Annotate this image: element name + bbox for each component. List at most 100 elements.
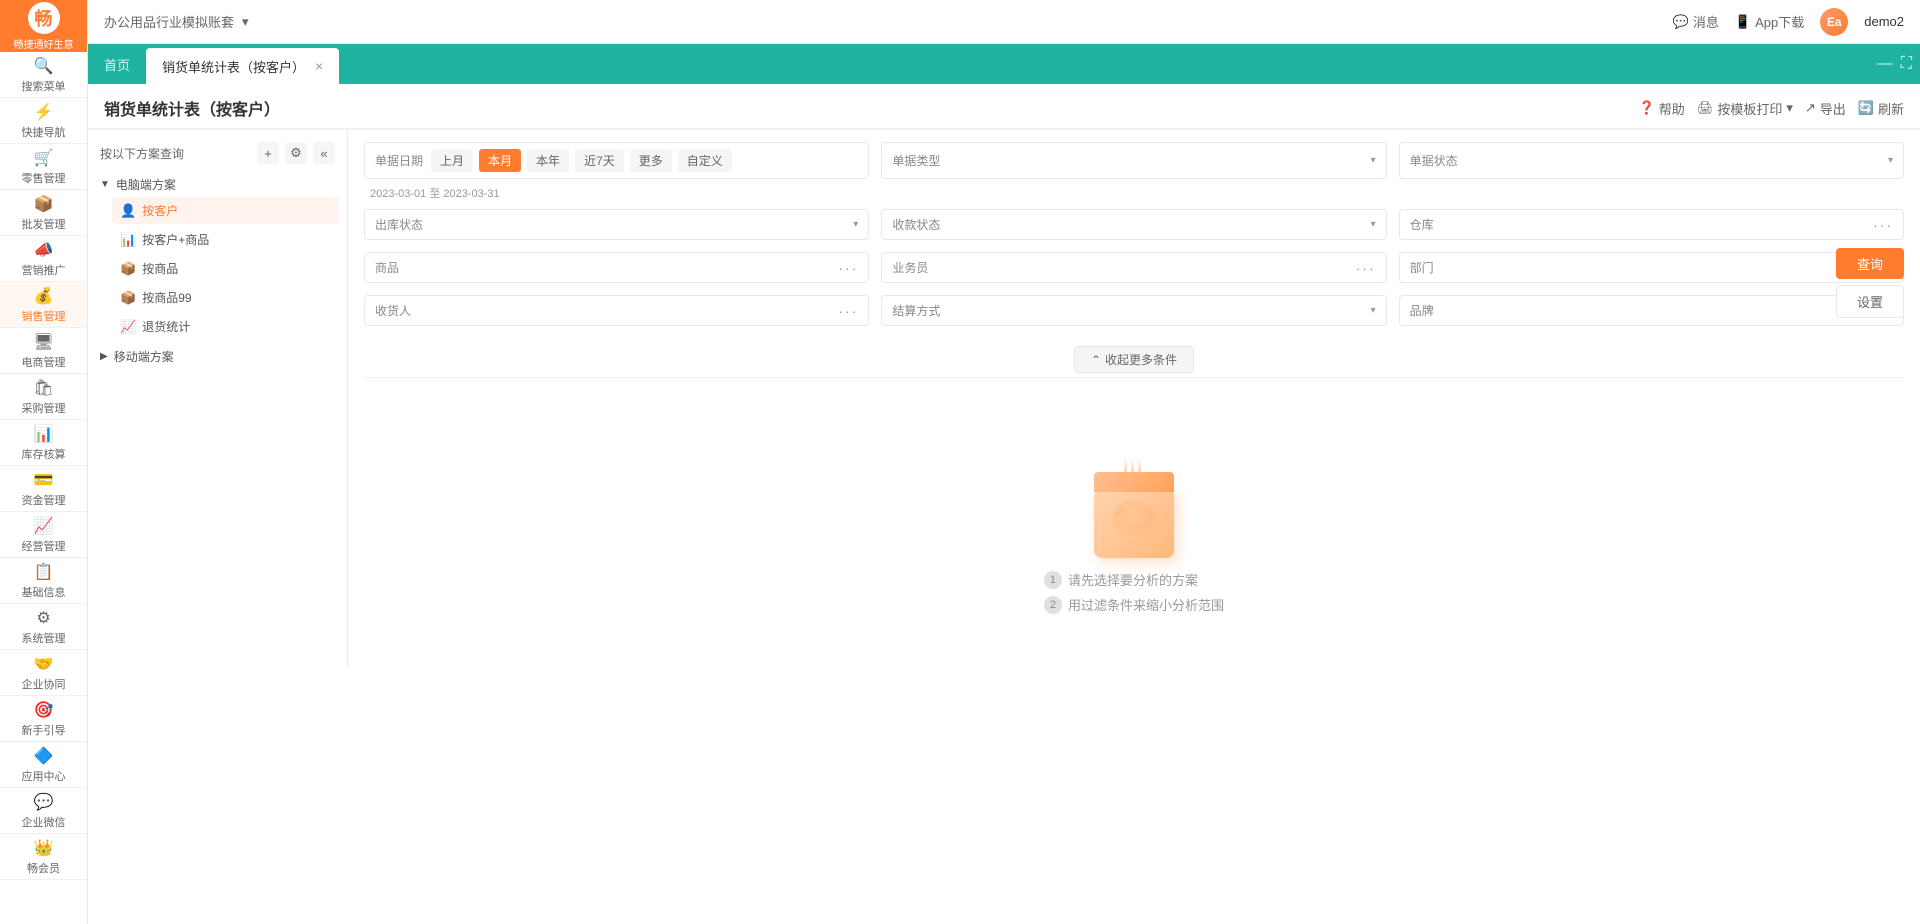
scheme-item-by-product-99[interactable]: 📦 按商品99: [112, 284, 339, 311]
sidebar-item-system[interactable]: ⚙ 系统管理: [0, 604, 88, 650]
page-header: 销货单统计表（按客户） ❓ 帮助 🖨 按模板打印 ▾ ↗ 导出: [88, 84, 1920, 129]
filter-recipient[interactable]: 收货人 ···: [364, 295, 869, 326]
tab-sales-stats[interactable]: 销货单统计表（按客户） ×: [146, 48, 339, 84]
sidebar-label-sales: 销售管理: [22, 308, 66, 324]
settings-scheme-btn[interactable]: ⚙: [285, 142, 307, 164]
sidebar-item-quick-nav[interactable]: ⚡ 快捷导航: [0, 98, 88, 144]
sidebar-label-operations: 经营管理: [22, 538, 66, 554]
sales-icon: 💰: [34, 286, 54, 306]
filter-doc-status[interactable]: 单据状态 ▾: [1399, 142, 1904, 179]
sidebar-item-inventory[interactable]: 📊 库存核算: [0, 420, 88, 466]
hint-text-2: 用过滤条件来缩小分析范围: [1068, 595, 1224, 614]
scheme-item-by-customer[interactable]: 👤 按客户: [112, 197, 339, 224]
sidebar-item-enterprise-wechat[interactable]: 💬 企业微信: [0, 788, 88, 834]
sidebar-item-app-center[interactable]: 🔷 应用中心: [0, 742, 88, 788]
topbar-dropdown-btn[interactable]: ▾: [242, 14, 249, 30]
scheme-item-returns-stats[interactable]: 📈 退货统计: [112, 313, 339, 340]
export-label: 导出: [1820, 99, 1846, 118]
date-btn-custom[interactable]: 自定义: [678, 149, 732, 172]
tab-home[interactable]: 首页: [88, 44, 146, 84]
date-btn-last-month[interactable]: 上月: [431, 149, 473, 172]
date-btn-more[interactable]: 更多: [630, 149, 672, 172]
app-download-btn[interactable]: 📱 App下载: [1735, 12, 1804, 31]
scheme-group-mobile: ▶ 移动端方案: [96, 344, 339, 369]
empty-state: 1 请先选择要分析的方案 2 用过滤条件来缩小分析范围: [364, 378, 1904, 654]
logo[interactable]: 畅 畅捷通好生意: [0, 0, 88, 52]
sidebar-item-basic-info[interactable]: 📋 基础信息: [0, 558, 88, 604]
filter-warehouse[interactable]: 仓库 ···: [1399, 209, 1904, 240]
sidebar-label-system: 系统管理: [22, 630, 66, 646]
filter-brand[interactable]: 品牌 ···: [1399, 295, 1904, 326]
app-download-icon: 📱: [1735, 14, 1751, 30]
collapse-btn[interactable]: ⌃ 收起更多条件: [1074, 346, 1194, 373]
scheme-group-desktop-header[interactable]: ▼ 电脑端方案: [96, 172, 339, 197]
out-status-chevron: ▾: [853, 219, 858, 230]
sidebar-item-finance[interactable]: 💳 资金管理: [0, 466, 88, 512]
tab-maximize-btn[interactable]: ⛶: [1901, 55, 1912, 73]
user-avatar[interactable]: Ea: [1820, 8, 1848, 36]
template-print-label: 按模板打印: [1717, 99, 1782, 118]
date-btn-last-7-days[interactable]: 近7天: [575, 149, 624, 172]
sidebar-item-member[interactable]: 👑 畅会员: [0, 834, 88, 880]
help-btn[interactable]: ❓ 帮助: [1639, 99, 1685, 118]
filter-department[interactable]: 部门 ▾: [1399, 252, 1904, 283]
scheme-item-by-customer-product[interactable]: 📊 按客户+商品: [112, 226, 339, 253]
sidebar-item-wholesale[interactable]: 📦 批发管理: [0, 190, 88, 236]
wholesale-icon: 📦: [34, 194, 54, 214]
enterprise-icon: 🤝: [34, 654, 54, 674]
filter-doc-type[interactable]: 单据类型 ▾: [881, 142, 1386, 179]
tab-close-btn[interactable]: ×: [315, 58, 323, 74]
empty-hint-1: 1 请先选择要分析的方案: [1044, 570, 1198, 589]
topbar-title: 办公用品行业模拟账套: [104, 12, 234, 31]
retail-icon: 🛒: [34, 148, 54, 168]
sidebar-item-operations[interactable]: 📈 经营管理: [0, 512, 88, 558]
date-btn-this-month[interactable]: 本月: [479, 149, 521, 172]
filter-settlement[interactable]: 结算方式 ▾: [881, 295, 1386, 326]
scheme-panel: 按以下方案查询 + ⚙ « ▼ 电脑端方案: [88, 130, 348, 666]
template-print-btn[interactable]: 🖨 按模板打印 ▾: [1697, 99, 1793, 118]
doc-status-value: ▾: [1466, 155, 1893, 166]
scheme-list-desktop: 👤 按客户 📊 按客户+商品 📦 按商品: [96, 197, 339, 340]
collapse-scheme-btn[interactable]: «: [313, 142, 335, 164]
search-menu-icon: 🔍: [34, 56, 54, 76]
sidebar-item-marketing[interactable]: 📣 营销推广: [0, 236, 88, 282]
sidebar-item-onboarding[interactable]: 🎯 新手引导: [0, 696, 88, 742]
filter-out-status[interactable]: 出库状态 ▾: [364, 209, 869, 240]
app-download-label: App下载: [1755, 12, 1804, 31]
filter-collect-status[interactable]: 收款状态 ▾: [881, 209, 1386, 240]
scheme-group-desktop: ▼ 电脑端方案 👤 按客户 📊 按客户+商品: [96, 172, 339, 340]
sidebar-item-search-menu[interactable]: 🔍 搜索菜单: [0, 52, 88, 98]
query-button[interactable]: 查询: [1836, 248, 1904, 279]
operations-icon: 📈: [34, 516, 54, 536]
settings-button[interactable]: 设置: [1836, 285, 1904, 318]
date-btn-this-year[interactable]: 本年: [527, 149, 569, 172]
purchase-icon: 🛍: [33, 378, 53, 398]
refresh-btn[interactable]: 🔄 刷新: [1858, 99, 1904, 118]
warehouse-dots: ···: [1873, 217, 1893, 233]
page-header-actions: ❓ 帮助 🖨 按模板打印 ▾ ↗ 导出 🔄 刷新: [1639, 99, 1904, 118]
scheme-item-by-product[interactable]: 📦 按商品: [112, 255, 339, 282]
template-print-chevron: ▾: [1786, 100, 1793, 116]
sidebar-item-ecommerce[interactable]: 🖥 电商管理: [0, 328, 88, 374]
sidebar-item-retail[interactable]: 🛒 零售管理: [0, 144, 88, 190]
tab-minimize-btn[interactable]: —: [1877, 55, 1893, 73]
filter-salesperson[interactable]: 业务员 ···: [881, 252, 1386, 283]
filter-product[interactable]: 商品 ···: [364, 252, 869, 283]
sidebar-item-purchase[interactable]: 🛍 采购管理: [0, 374, 88, 420]
scheme-group-mobile-header[interactable]: ▶ 移动端方案: [96, 344, 339, 369]
sidebar: 畅 畅捷通好生意 🔍 搜索菜单 ⚡ 快捷导航 🛒 零售管理 📦 批发管理 📣 营…: [0, 0, 88, 924]
message-btn[interactable]: 💬 消息: [1673, 12, 1719, 31]
finance-icon: 💳: [34, 470, 54, 490]
date-label: 单据日期: [375, 152, 423, 169]
collapse-arrow-icon: ⌃: [1091, 353, 1101, 367]
date-filter-group: 上月 本月 本年 近7天 更多 自定义: [431, 149, 858, 172]
sidebar-item-sales[interactable]: 💰 销售管理: [0, 282, 88, 328]
sidebar-item-enterprise[interactable]: 🤝 企业协同: [0, 650, 88, 696]
add-scheme-btn[interactable]: +: [257, 142, 279, 164]
empty-icon: [1074, 458, 1194, 558]
export-btn[interactable]: ↗ 导出: [1805, 99, 1846, 118]
doc-type-value: ▾: [948, 155, 1375, 166]
by-customer-label: 按客户: [142, 202, 178, 219]
marketing-icon: 📣: [34, 240, 54, 260]
by-customer-product-icon: 📊: [120, 232, 136, 248]
